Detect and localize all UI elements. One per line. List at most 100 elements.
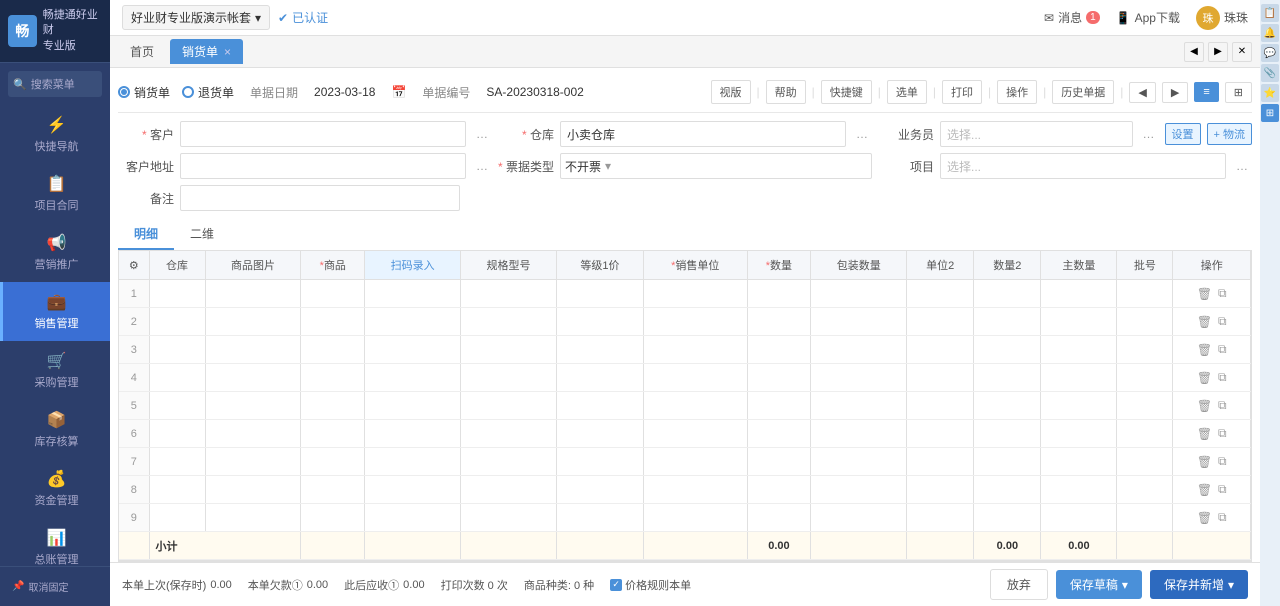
app-download-button[interactable]: 📱 App下载 xyxy=(1116,9,1180,26)
panel-icon-3[interactable]: 💬 xyxy=(1261,44,1279,62)
delete-row-icon[interactable]: 🗑 xyxy=(1195,369,1214,387)
list-view-button[interactable]: ≡ xyxy=(1194,82,1218,102)
tab-sales-order[interactable]: 销货单 × xyxy=(170,39,243,64)
project-input[interactable]: 选择... xyxy=(940,153,1226,179)
company-name: 好业财专业版演示帐套 xyxy=(131,9,251,26)
delete-row-icon[interactable]: 🗑 xyxy=(1195,285,1214,303)
material-button[interactable]: + 物流 xyxy=(1207,123,1252,145)
tab-next-button[interactable]: ▶ xyxy=(1208,42,1228,62)
settings-button[interactable]: 设置 xyxy=(1165,123,1201,145)
th-scan[interactable]: 扫码录入 xyxy=(365,251,461,280)
tab-detail[interactable]: 明细 xyxy=(118,219,174,250)
search-menu-button[interactable]: 🔍 搜索菜单 xyxy=(8,71,102,97)
view-button[interactable]: 视版 xyxy=(711,80,751,104)
th-settings[interactable]: ⚙ xyxy=(119,251,149,280)
th-actions: 操作 xyxy=(1173,251,1251,280)
next-record-button[interactable]: ▶ xyxy=(1162,82,1188,103)
delete-row-icon[interactable]: 🗑 xyxy=(1195,397,1214,415)
sidebar-item-marketing[interactable]: 📢 营销推广 xyxy=(0,223,110,282)
warehouse-input[interactable]: 小卖仓库 xyxy=(560,121,846,147)
panel-icon-1[interactable]: 📋 xyxy=(1261,4,1279,22)
subtotal-main-qty: 0.00 xyxy=(1041,532,1117,560)
sidebar-item-accounting[interactable]: 📊 总账管理 xyxy=(0,518,110,566)
panel-icon-2[interactable]: 🔔 xyxy=(1261,24,1279,42)
user-profile[interactable]: 珠 珠珠 xyxy=(1196,6,1248,30)
sidebar-item-label: 营销推广 xyxy=(35,256,79,272)
customer-dots[interactable]: … xyxy=(472,127,492,141)
copy-row-icon[interactable]: ⧉ xyxy=(1216,452,1229,471)
grid-view-button[interactable]: ⊞ xyxy=(1225,82,1252,103)
table-row: 5 🗑⧉ xyxy=(119,392,1251,420)
topbar-right: ✉ 消息 1 📱 App下载 珠 珠珠 xyxy=(1044,6,1248,30)
salesperson-input[interactable]: 选择... xyxy=(940,121,1133,147)
message-button[interactable]: ✉ 消息 1 xyxy=(1044,9,1100,26)
copy-row-icon[interactable]: ⧉ xyxy=(1216,340,1229,359)
sidebar-item-sales[interactable]: 💼 销售管理 xyxy=(0,282,110,341)
copy-row-icon[interactable]: ⧉ xyxy=(1216,312,1229,331)
invoice-label: 票据类型 xyxy=(498,158,554,175)
sidebar-item-label: 库存核算 xyxy=(35,433,79,449)
address-dots[interactable]: … xyxy=(472,159,492,173)
project-dots[interactable]: … xyxy=(1232,159,1252,173)
salesperson-dots[interactable]: … xyxy=(1139,127,1159,141)
warehouse-dots[interactable]: … xyxy=(852,127,872,141)
save-draft-button[interactable]: 保存草稿 ▾ xyxy=(1056,570,1142,599)
address-input[interactable] xyxy=(180,153,466,179)
delete-row-icon[interactable]: 🗑 xyxy=(1195,313,1214,331)
remarks-row: 备注 xyxy=(118,185,1252,211)
sidebar-item-finance[interactable]: 💰 资金管理 xyxy=(0,459,110,518)
delete-row-icon[interactable]: 🗑 xyxy=(1195,453,1214,471)
copy-row-icon[interactable]: ⧉ xyxy=(1216,424,1229,443)
close-tab-button[interactable]: × xyxy=(224,45,231,59)
calendar-icon[interactable]: 📅 xyxy=(391,85,406,99)
panel-icon-4[interactable]: 📎 xyxy=(1261,64,1279,82)
delete-row-icon[interactable]: 🗑 xyxy=(1195,509,1214,527)
copy-row-icon[interactable]: ⧉ xyxy=(1216,508,1229,527)
copy-row-icon[interactable]: ⧉ xyxy=(1216,396,1229,415)
invoice-select[interactable]: 不开票 ▾ xyxy=(560,153,872,179)
sidebar-item-purchase[interactable]: 🛒 采购管理 xyxy=(0,341,110,400)
history-button[interactable]: 历史单据 xyxy=(1052,80,1114,104)
cancel-pin-button[interactable]: 📌 取消固定 xyxy=(8,575,102,598)
save-new-button[interactable]: 保存并新增 ▾ xyxy=(1150,570,1248,599)
sidebar-item-project[interactable]: 📋 项目合同 xyxy=(0,164,110,223)
radio-return-order[interactable]: 退货单 xyxy=(182,84,234,101)
prev-record-button[interactable]: ◀ xyxy=(1129,82,1155,103)
price-rule-checkbox[interactable]: ✓ 价格规则本单 xyxy=(610,577,691,593)
shortcut-button[interactable]: 快捷键 xyxy=(821,80,872,104)
sidebar-item-quick-nav[interactable]: ⚡ 快捷导航 xyxy=(0,105,110,164)
logo-text: 畅捷通好业财 专业版 xyxy=(43,8,102,54)
tab-2d[interactable]: 二维 xyxy=(174,219,230,250)
tab-prev-button[interactable]: ◀ xyxy=(1184,42,1204,62)
print-button[interactable]: 打印 xyxy=(942,80,982,104)
accounting-icon: 📊 xyxy=(47,528,67,548)
copy-row-icon[interactable]: ⧉ xyxy=(1216,284,1229,303)
th-product: *商品 xyxy=(301,251,365,280)
abandon-button[interactable]: 放弃 xyxy=(990,569,1048,600)
th-warehouse: 仓库 xyxy=(149,251,205,280)
sidebar-item-inventory[interactable]: 📦 库存核算 xyxy=(0,400,110,459)
copy-row-icon[interactable]: ⧉ xyxy=(1216,480,1229,499)
delete-row-icon[interactable]: 🗑 xyxy=(1195,341,1214,359)
panel-icon-5[interactable]: ⭐ xyxy=(1261,84,1279,102)
delete-row-icon[interactable]: 🗑 xyxy=(1195,481,1214,499)
select-button[interactable]: 选单 xyxy=(887,80,927,104)
remarks-input[interactable] xyxy=(180,185,460,211)
sidebar-logo: 畅 畅捷通好业财 专业版 xyxy=(0,0,110,63)
th-price1: 等级1价 xyxy=(556,251,643,280)
customer-input[interactable] xyxy=(180,121,466,147)
radio-sales-order[interactable]: 销货单 xyxy=(118,84,170,101)
footer-bar: 本单上次(保存时) 0.00 本单欠款① 0.00 此后应收① 0.00 打印次… xyxy=(110,562,1260,606)
copy-row-icon[interactable]: ⧉ xyxy=(1216,368,1229,387)
order-type-radio: 销货单 退货单 xyxy=(118,84,234,101)
tab-home[interactable]: 首页 xyxy=(118,39,166,64)
panel-icon-6[interactable]: ⊞ xyxy=(1261,104,1279,122)
company-selector[interactable]: 好业财专业版演示帐套 ▾ xyxy=(122,5,270,30)
help-button[interactable]: 帮助 xyxy=(766,80,806,104)
pin-icon: 📌 xyxy=(12,581,24,592)
operation-button[interactable]: 操作 xyxy=(997,80,1037,104)
delete-row-icon[interactable]: 🗑 xyxy=(1195,425,1214,443)
tab-close-button[interactable]: ✕ xyxy=(1232,42,1252,62)
subtotal-quantity: 0.00 xyxy=(747,532,811,560)
horizontal-scrollbar[interactable] xyxy=(118,561,1252,562)
